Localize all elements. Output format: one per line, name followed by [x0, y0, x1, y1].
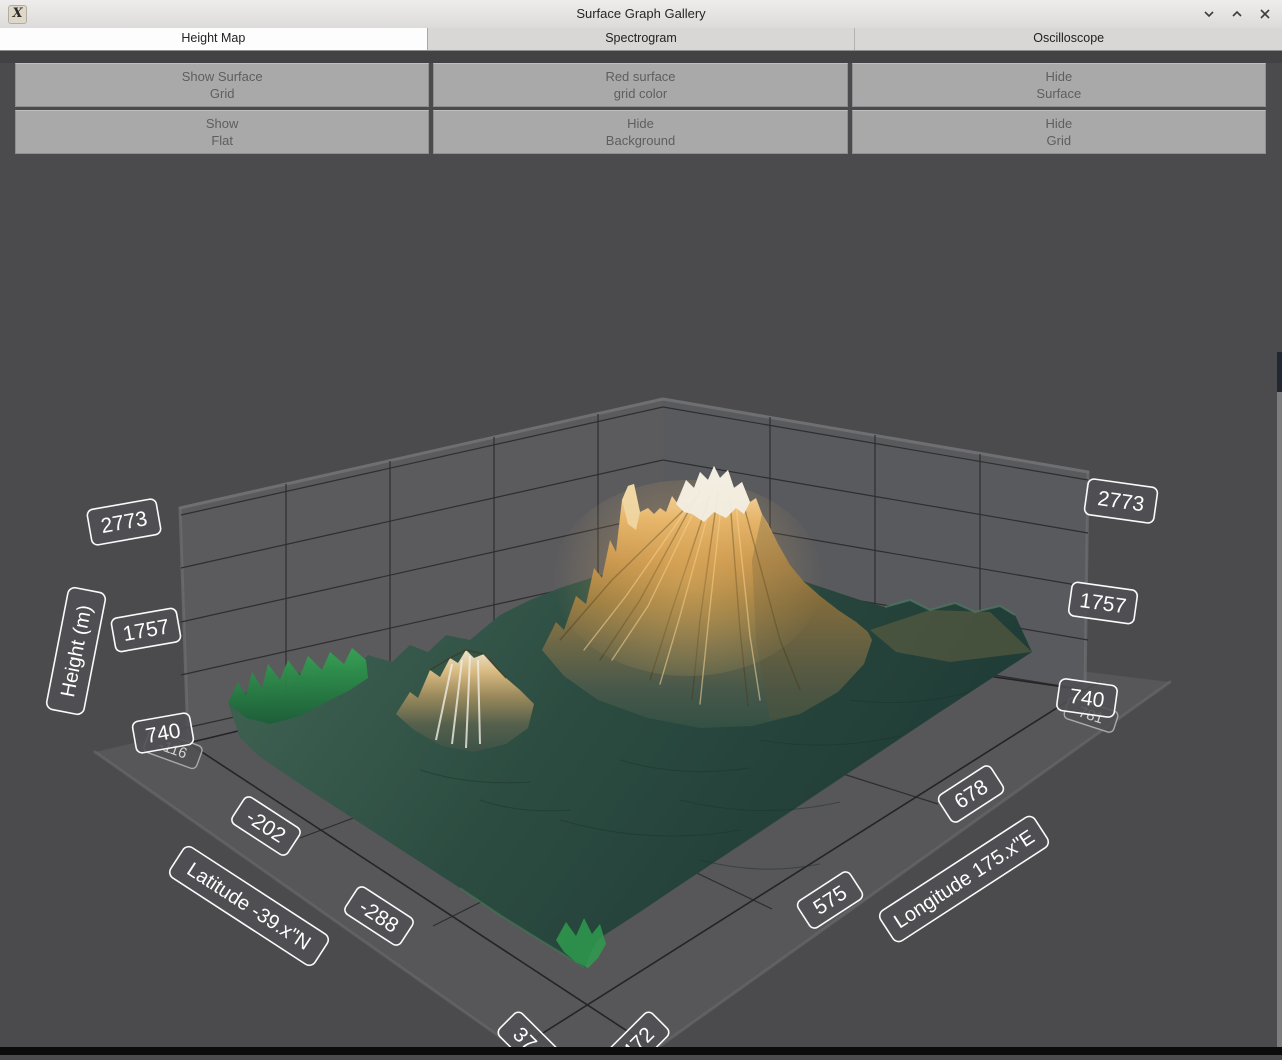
button-label-line1: Hide	[627, 115, 654, 132]
button-label-line1: Show Surface	[182, 68, 263, 85]
window-titlebar: X Surface Graph Gallery	[0, 0, 1282, 29]
button-label-line2: Background	[606, 132, 675, 149]
toggle-flat-button[interactable]: Show Flat	[15, 110, 429, 154]
right-edge-strip	[1277, 352, 1282, 1047]
button-label-line2: Grid	[210, 85, 235, 102]
bottom-screen-strip	[0, 1047, 1282, 1055]
button-label-line1: Show	[206, 115, 239, 132]
right-edge-strip-dark	[1277, 352, 1282, 392]
close-icon	[1257, 6, 1273, 22]
button-label-line2: Grid	[1047, 132, 1072, 149]
toggle-background-button[interactable]: Hide Background	[433, 110, 847, 154]
window-maximize-button[interactable]	[1226, 3, 1248, 25]
chevron-down-icon	[1201, 6, 1217, 22]
button-label-line2: Surface	[1036, 85, 1081, 102]
window-close-button[interactable]	[1254, 3, 1276, 25]
button-label-line1: Hide	[1045, 115, 1072, 132]
tab-oscilloscope[interactable]: Oscilloscope	[855, 28, 1282, 50]
window-title: Surface Graph Gallery	[0, 0, 1282, 28]
toggle-surface-button[interactable]: Hide Surface	[852, 63, 1266, 107]
button-label-line1: Hide	[1045, 68, 1072, 85]
height-axis-title: Height (m)	[46, 587, 107, 716]
toggle-surface-grid-button[interactable]: Show Surface Grid	[15, 63, 429, 107]
window-minimize-button[interactable]	[1198, 3, 1220, 25]
toggle-grid-button[interactable]: Hide Grid	[852, 110, 1266, 154]
height-tick-2773-right: 2773	[1084, 478, 1158, 523]
surface-grid-color-button[interactable]: Red surface grid color	[433, 63, 847, 107]
surface-3d-view[interactable]: -116 781 2773 1757 740 2773 1757 740 -20…	[0, 0, 1282, 1055]
svg-text:740: 740	[1068, 685, 1106, 713]
height-tick-1757-left: 1757	[111, 608, 182, 653]
tab-spectrogram[interactable]: Spectrogram	[428, 28, 856, 50]
button-label-line2: grid color	[614, 85, 667, 102]
toolbar: Show Surface Grid Red surface grid color…	[15, 63, 1266, 154]
button-label-line2: Flat	[211, 132, 233, 149]
chevron-up-icon	[1229, 6, 1245, 22]
height-tick-2773-left: 2773	[86, 498, 161, 546]
tab-bar: Height Map Spectrogram Oscilloscope	[0, 28, 1282, 51]
height-tick-740-right: 740	[1056, 678, 1118, 718]
tab-height-map[interactable]: Height Map	[0, 28, 428, 50]
toolbar-background-band	[0, 50, 1282, 63]
button-label-line1: Red surface	[605, 68, 675, 85]
